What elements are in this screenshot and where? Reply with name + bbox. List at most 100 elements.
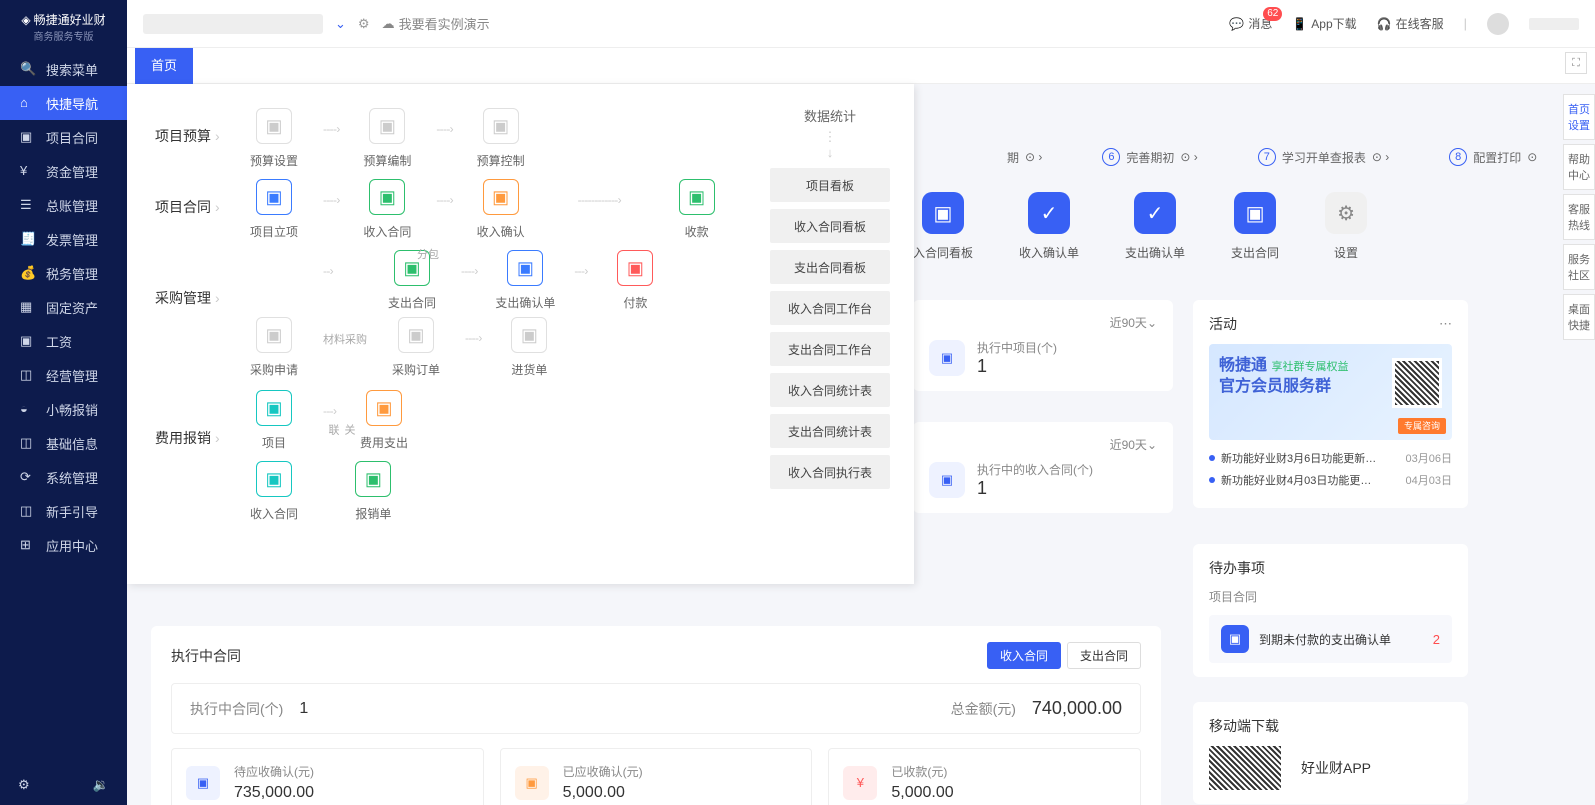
tile-income-contract-board[interactable]: ▣入合同看板 (913, 192, 973, 261)
step-label: 完善期初 (1126, 149, 1174, 166)
sidebar-item-funds[interactable]: ¥资金管理 (0, 154, 127, 188)
sidebar-item-basedata[interactable]: ◫基础信息 (0, 426, 127, 460)
step-8[interactable]: 8配置打印 ⊙ (1449, 148, 1537, 166)
tile-expense-confirm[interactable]: ✓支出确认单 (1125, 192, 1185, 261)
node-expense-contract[interactable]: ▣支出合同 (363, 250, 461, 311)
sidebar-item-search[interactable]: 🔍搜索菜单 (0, 52, 127, 86)
node-project-init[interactable]: ▣项目立项 (225, 179, 323, 240)
node-income-confirm[interactable]: ▣收入确认 (452, 179, 550, 240)
stat-btn-income-stats[interactable]: 收入合同统计表 (770, 373, 890, 407)
chevron-down-icon[interactable]: ⌄ (335, 16, 346, 32)
node-purchase-order[interactable]: ▣采购订单 (367, 317, 465, 378)
todo-icon: ▣ (1221, 625, 1249, 653)
node-label: 收入确认 (477, 223, 525, 240)
node-budget-setup[interactable]: ▣预算设置 (225, 108, 323, 169)
volume-icon[interactable]: 🔉 (93, 777, 109, 793)
period-label[interactable]: 近90天 (1110, 436, 1147, 453)
activity-more-icon[interactable]: ⋯ (1439, 316, 1452, 332)
step-label: 配置打印 (1473, 149, 1521, 166)
sidebar-item-invoice[interactable]: 🧾发票管理 (0, 222, 127, 256)
todo-label: 到期未付款的支出确认单 (1259, 631, 1391, 648)
node-budget-control[interactable]: ▣预算控制 (452, 108, 550, 169)
sidebar-item-quicknav[interactable]: ⌂快捷导航 (0, 86, 127, 120)
period-label[interactable]: 近90天 (1110, 314, 1147, 331)
tab-home[interactable]: 首页 (135, 48, 193, 84)
banner-text: 官方会员 (1219, 378, 1283, 395)
username[interactable] (1529, 18, 1579, 30)
online-service-button[interactable]: 🎧在线客服 (1377, 15, 1444, 32)
settings-icon[interactable]: ⚙ (18, 777, 30, 793)
float-tab-homepage-settings[interactable]: 首页设置 (1563, 94, 1595, 140)
seg-income[interactable]: 收入合同 (987, 642, 1061, 669)
float-tab-help[interactable]: 帮助中心 (1563, 144, 1595, 190)
node-receive[interactable]: ▣收款 (648, 179, 746, 240)
tile-expense-contract[interactable]: ▣支出合同 (1231, 192, 1279, 261)
node-income-contract[interactable]: ▣收入合同 (338, 179, 436, 240)
tri-label: 已收款(元) (891, 763, 953, 780)
todo-title: 待办事项 (1209, 558, 1452, 578)
gear-icon[interactable]: ⚙ (358, 16, 370, 32)
stat-btn-project-board[interactable]: 项目看板 (770, 168, 890, 202)
node-project[interactable]: ▣项目 (225, 390, 323, 451)
demo-link[interactable]: ☁我要看实例演示 (382, 14, 490, 33)
sidebar-item-reimburse[interactable]: ◒小畅报销 (0, 392, 127, 426)
tri-card-received: ¥已收款(元)5,000.00 (828, 748, 1141, 805)
node-reimburse-sheet[interactable]: ▣报销单 (324, 461, 422, 522)
todo-row[interactable]: ▣ 到期未付款的支出确认单 2 (1209, 615, 1452, 663)
section-title: 采购管理 (155, 250, 225, 308)
tile-settings[interactable]: ⚙设置 (1325, 192, 1367, 261)
news-item[interactable]: 新功能好业财4月03日功能更新给完知04月03日 (1209, 472, 1452, 488)
sidebar-footer: ⚙ 🔉 (0, 765, 127, 805)
sidebar-label: 应用中心 (46, 536, 98, 555)
sum-total-label: 总金额(元) (951, 699, 1016, 719)
sidebar-item-tax[interactable]: 💰税务管理 (0, 256, 127, 290)
contract-summary: 执行中合同(个) 1 总金额(元) 740,000.00 (171, 683, 1141, 734)
news-date: 03月06日 (1406, 450, 1452, 466)
mobile-title: 移动端下载 (1209, 716, 1452, 736)
node-purchase-req[interactable]: ▣采购申请 (225, 317, 323, 378)
float-tab-hotline[interactable]: 客服热线 (1563, 194, 1595, 240)
seg-expense[interactable]: 支出合同 (1067, 642, 1141, 669)
stat-btn-income-workbench[interactable]: 收入合同工作台 (770, 291, 890, 325)
step-7[interactable]: 7学习开单查报表 ⊙ › (1258, 148, 1389, 166)
sidebar-item-business[interactable]: ◫经营管理 (0, 358, 127, 392)
org-selector[interactable] (143, 14, 323, 34)
node-label: 预算编制 (363, 152, 411, 169)
sidebar-item-project-contract[interactable]: ▣项目合同 (0, 120, 127, 154)
messages-button[interactable]: 💬消息 (1229, 15, 1272, 32)
sidebar-item-system[interactable]: ⟳系统管理 (0, 460, 127, 494)
node-pay[interactable]: ▣付款 (586, 250, 684, 311)
step-partial-label: 期 (1007, 149, 1019, 166)
sidebar-item-guide[interactable]: ◫新手引导 (0, 494, 127, 528)
sidebar-item-assets[interactable]: ▦固定资产 (0, 290, 127, 324)
node-income-contract-2[interactable]: ▣收入合同 (225, 461, 323, 522)
tile-income-confirm[interactable]: ✓收入确认单 (1019, 192, 1079, 261)
sub-label: 分包 (417, 246, 439, 262)
step-6[interactable]: 6完善期初 ⊙ › (1102, 148, 1197, 166)
app-download-button[interactable]: 📱App下载 (1292, 15, 1356, 32)
tabs-row: 首页 (127, 48, 1595, 84)
stat-btn-expense-workbench[interactable]: 支出合同工作台 (770, 332, 890, 366)
stat-btn-expense-stats[interactable]: 支出合同统计表 (770, 414, 890, 448)
node-budget-draft[interactable]: ▣预算编制 (338, 108, 436, 169)
sidebar-item-appcenter[interactable]: ⊞应用中心 (0, 528, 127, 562)
sidebar-label: 工资 (46, 332, 72, 351)
activity-banner[interactable]: 畅捷通 享社群专属权益 官方会员服务群 专属咨询 (1209, 344, 1452, 440)
sidebar-item-salary[interactable]: ▣工资 (0, 324, 127, 358)
node-expense-confirm[interactable]: ▣支出确认单 (476, 250, 574, 311)
node-expense-spend[interactable]: ▣费用支出 (335, 390, 433, 451)
tile-label: 支出确认单 (1125, 244, 1185, 261)
sidebar-item-ledger[interactable]: ☰总账管理 (0, 188, 127, 222)
float-tab-community[interactable]: 服务社区 (1563, 244, 1595, 290)
news-item[interactable]: 新功能好业财3月6日功能更新给完知03月06日 (1209, 450, 1452, 466)
expand-icon[interactable]: ⛶ (1565, 52, 1587, 74)
stat-btn-income-board[interactable]: 收入合同看板 (770, 209, 890, 243)
step-num: 8 (1449, 148, 1467, 166)
stat-card-projects: 近90天 ⌄ ▣执行中项目(个)1 (913, 300, 1173, 391)
node-goods-receipt[interactable]: ▣进货单 (480, 317, 578, 378)
contract-icon: ▣ (929, 462, 965, 498)
avatar[interactable] (1487, 13, 1509, 35)
stat-btn-expense-board[interactable]: 支出合同看板 (770, 250, 890, 284)
stat-btn-income-exec[interactable]: 收入合同执行表 (770, 455, 890, 489)
float-tab-desktop[interactable]: 桌面快捷 (1563, 294, 1595, 340)
